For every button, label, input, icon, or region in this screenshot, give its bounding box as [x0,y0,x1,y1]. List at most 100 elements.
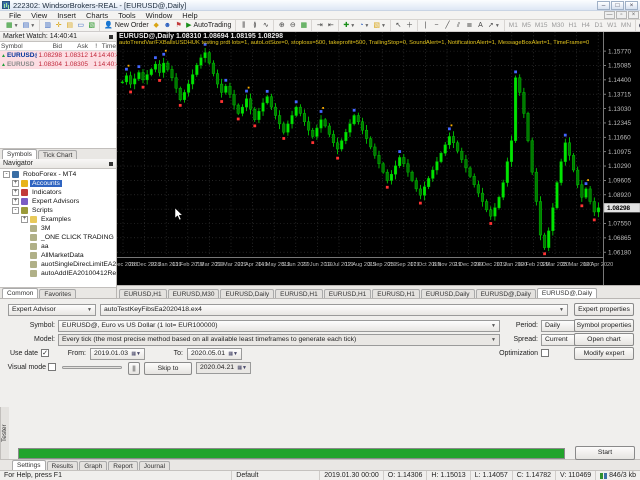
pause-button[interactable]: || [128,362,140,375]
arrows-button[interactable]: ➚ ▼ [486,21,502,31]
strategy-tester-toggle[interactable]: ▧ [86,21,97,31]
cursor-button[interactable]: ↖ [393,21,404,31]
terminal-toggle[interactable]: ▭ [75,21,86,31]
alerts-button[interactable]: ⚑ [173,21,184,31]
menu-insert[interactable]: Insert [52,11,81,20]
menu-window[interactable]: Window [141,11,178,20]
new-chart-button[interactable]: ▦ ▼ [4,21,21,31]
expand-toggle-icon[interactable]: + [12,180,19,187]
navigator-tab-common[interactable]: Common [2,288,39,298]
skip-to-button[interactable]: Skip to [144,362,192,375]
timeframe-w1-button[interactable]: W1 [605,21,619,31]
indicators-button[interactable]: ✚ ▼ [341,21,357,31]
navigator-item-indicators[interactable]: + Indicators [0,188,116,197]
search-symbol-icon[interactable] [636,21,640,31]
timeframe-m1-button[interactable]: M1 [507,21,520,31]
timeframe-h4-button[interactable]: H4 [579,21,592,31]
zoom-out-button[interactable]: ⊖ [287,21,298,31]
chart-tab-eurusd-h1[interactable]: EURUSD,H1 [323,289,372,298]
menu-file[interactable]: File [4,11,26,20]
data-window-toggle[interactable]: ✛ [53,21,64,31]
status-profile[interactable]: Default [231,470,319,480]
menu-help[interactable]: Help [177,11,202,20]
trendline-button[interactable]: ╱ [442,21,453,31]
chart-tab-eurusd-h1[interactable]: EURUSD,H1 [372,289,420,298]
periods-button[interactable]: ◔ ▼ [357,21,371,31]
navigator-toggle[interactable]: ▤ [64,21,75,31]
navigator-item-examples[interactable]: + Examples [0,215,116,224]
experts-button[interactable]: ☻ [162,21,173,31]
autotrading-button[interactable]: ▶ AutoTrading [184,21,233,31]
tester-tab-results[interactable]: Results [46,461,79,470]
from-date-field[interactable]: 2019.01.03 ▦▼ [90,348,145,360]
open-chart-button[interactable]: Open chart [574,333,634,346]
close-button[interactable]: × [625,0,638,10]
tester-tab-graph[interactable]: Graph [79,461,108,470]
chart-tab-eurusd-daily[interactable]: EURUSD,Daily [220,289,275,298]
zoom-in-button[interactable]: ⊕ [276,21,287,31]
navigator-item-autoaddiea20100412regea[interactable]: autoAddIEA20100412RegEA [0,269,116,278]
expert-properties-button[interactable]: Expert properties [574,303,634,316]
panel-menu-icon[interactable] [109,34,113,39]
timeframe-d1-button[interactable]: D1 [592,21,605,31]
start-button[interactable]: Start [575,446,635,460]
symbol-select[interactable]: EURUSD@, Euro vs US Dollar (1 lot= EUR10… [58,320,500,332]
navigator-item-allmarketdata[interactable]: AllMarketData [0,251,116,260]
chart-tab-eurusd-h1[interactable]: EURUSD,H1 [119,289,167,298]
timeframe-m15-button[interactable]: M15 [533,21,550,31]
market-watch-row[interactable]: ▲ EURUSD 1.08304 1.08305 1 14:40:41 [0,60,123,69]
navigator-item-aa[interactable]: aa [0,242,116,251]
market-watch-tab-tick-chart[interactable]: Tick Chart [37,150,78,159]
timeframe-mn-button[interactable]: MN [619,21,633,31]
menu-charts[interactable]: Charts [81,11,113,20]
navigator-item--one-click-trading[interactable]: _ONE CLICK TRADING [0,233,116,242]
market-watch-tab-symbols[interactable]: Symbols [2,149,37,159]
visual-mode-checkbox[interactable] [48,363,56,371]
navigator-item-accounts[interactable]: + Accounts [0,179,116,188]
chart-tab-eurusd@-daily[interactable]: EURUSD@,Daily [475,289,536,298]
bar-chart-button[interactable]: ⫼ [238,21,249,31]
price-chart[interactable]: 5 Dec 201828 Dec 201822 Jan 201913 Feb 2… [109,32,640,285]
market-watch-row[interactable]: ▲EURUSD@1.082981.083121414:40:41 [0,51,123,60]
channel-button[interactable]: ⫽ [453,21,464,31]
chart-minimize-button[interactable]: — [604,11,615,19]
timeframe-m5-button[interactable]: M5 [520,21,533,31]
text-button[interactable]: A [475,21,486,31]
minimize-button[interactable]: – [597,0,610,10]
symbol-properties-button[interactable]: Symbol properties [574,319,634,332]
menu-view[interactable]: View [26,11,52,20]
expand-toggle-icon[interactable]: + [12,189,19,196]
modify-expert-button[interactable]: Modify expert [574,347,634,360]
profiles-button[interactable]: ▤ ▼ [21,21,38,31]
chart-restore-button[interactable]: ▫ [616,11,627,19]
navigator-item-roboforex-mt4[interactable]: - RoboForex - MT4 [0,170,116,179]
expand-toggle-icon[interactable]: + [21,216,28,223]
market-watch-toggle[interactable]: ▥ [42,21,53,31]
mw-col-warn[interactable]: ! [89,43,98,50]
crosshair-button[interactable]: ＋ [404,21,415,31]
templates-button[interactable]: ▧ ▼ [371,21,388,31]
maximize-button[interactable]: □ [611,0,624,10]
optimization-checkbox[interactable] [541,349,549,357]
menu-tools[interactable]: Tools [113,11,141,20]
navigator-item-scripts[interactable]: - Scripts [0,206,116,215]
new-order-button[interactable]: 👤 New Order [102,21,151,31]
chart-close-button[interactable]: × [628,11,639,19]
navigator-item-auotsingledireclimitea20091006pubregea[interactable]: auotSingleDirecLimitEA20091006PubRegEA [0,260,116,269]
fibonacci-button[interactable]: ≣ [464,21,475,31]
timeframe-m30-button[interactable]: M30 [550,21,567,31]
tile-windows-button[interactable]: ▦ [298,21,309,31]
tester-tab-report[interactable]: Report [108,461,138,470]
chart-shift-button[interactable]: ⇤ [325,21,336,31]
timeframe-h1-button[interactable]: H1 [566,21,579,31]
tester-tab-journal[interactable]: Journal [138,461,171,470]
to-date-field[interactable]: 2020.05.01 ▦▼ [187,348,242,360]
expand-toggle-icon[interactable]: - [3,171,10,178]
skip-to-date-field[interactable]: 2020.04.21 ▦▼ [196,362,251,374]
navigator-item-expert-advisors[interactable]: + Expert Advisors [0,197,116,206]
chart-tab-eurusd-m30[interactable]: EURUSD,M30 [167,289,220,298]
hline-button[interactable]: − [431,21,442,31]
mw-col-time[interactable]: Time [98,43,117,50]
chart-tab-eurusd-daily[interactable]: EURUSD,Daily [420,289,475,298]
visual-speed-slider[interactable] [62,366,122,369]
